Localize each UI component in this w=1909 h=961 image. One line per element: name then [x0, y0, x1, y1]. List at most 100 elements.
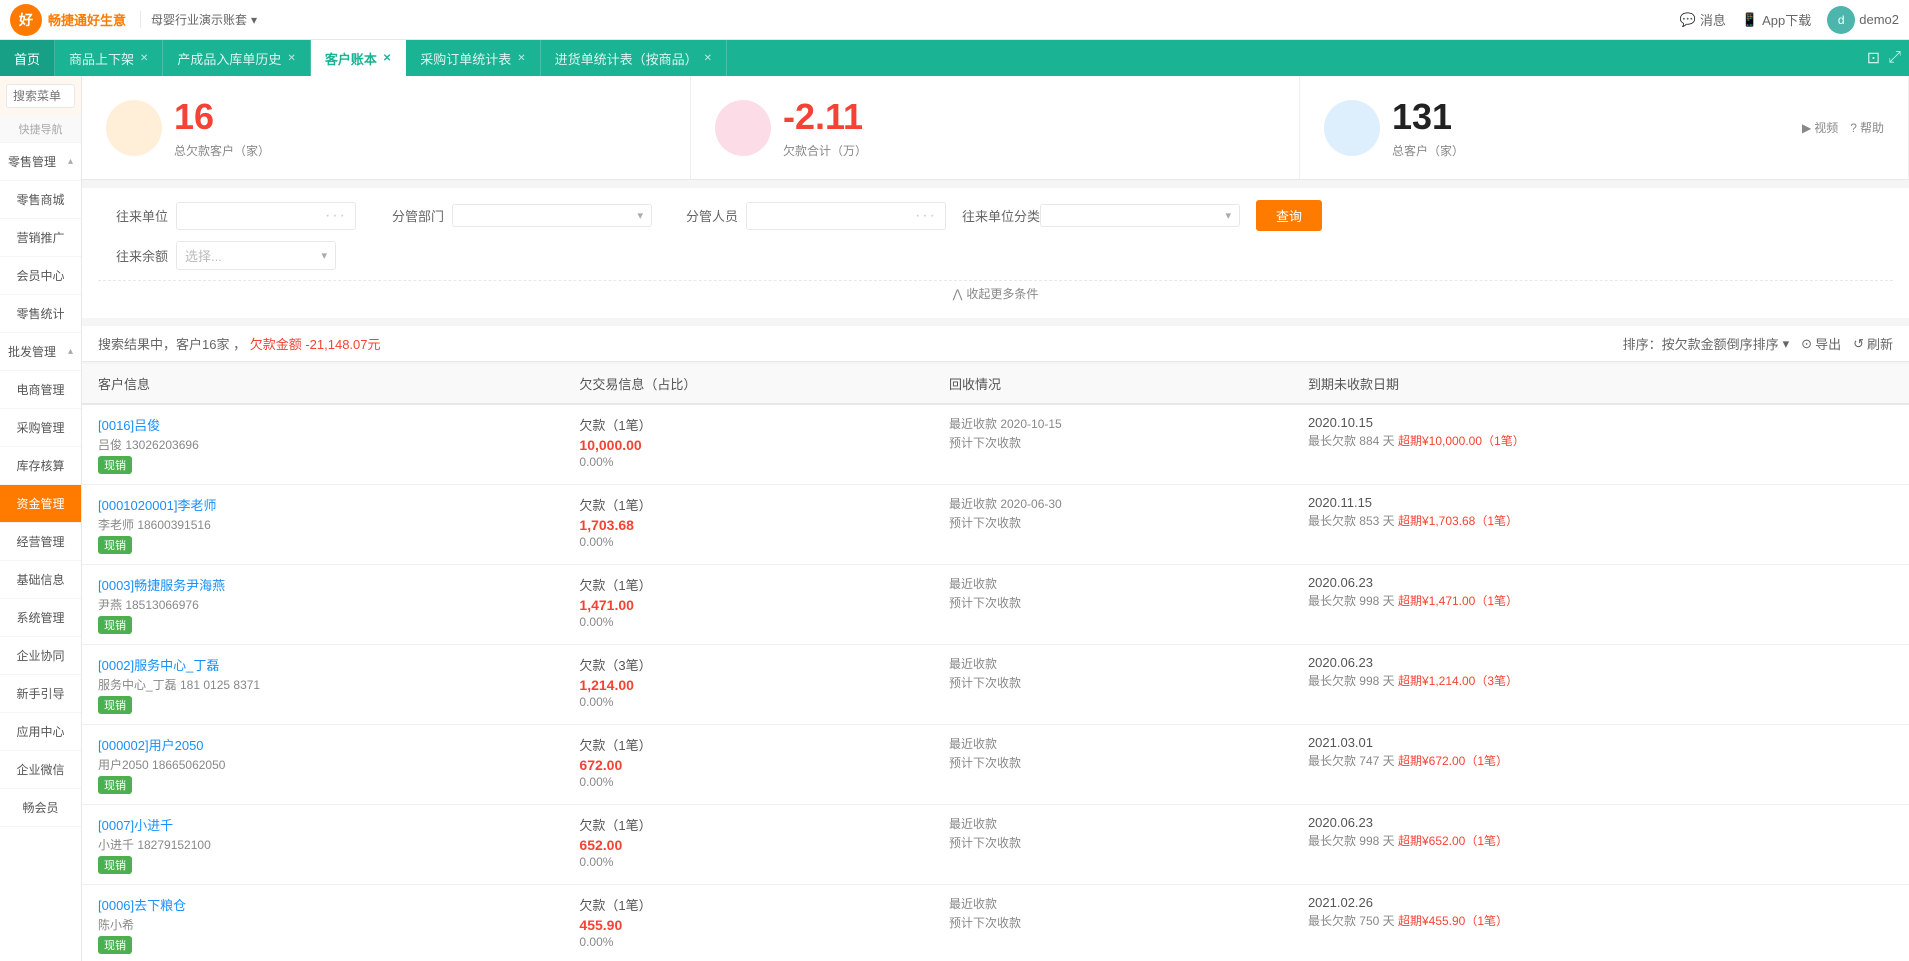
table-container: 客户信息 欠交易信息（占比） 回收情况 到期未收款日期 [0016]吕俊 吕俊 … [82, 364, 1909, 961]
message-button[interactable]: 💬 消息 [1680, 10, 1726, 29]
collapse-bar[interactable]: ⋀ 收起更多条件 [98, 280, 1893, 306]
sidebar-item-vip[interactable]: 畅会员 [0, 789, 81, 827]
customer-name-1[interactable]: [0001020001]李老师 [98, 495, 547, 514]
tab-customer-account[interactable]: 客户账本 ✕ [311, 40, 406, 76]
sidebar-item-purchase[interactable]: 采购管理 [0, 409, 81, 447]
debt-amount-1[interactable]: 1,703.68 [579, 517, 917, 533]
refresh-button[interactable]: ↺ 刷新 [1853, 334, 1893, 353]
sidebar-item-new-guide[interactable]: 新手引导 [0, 675, 81, 713]
balance-select[interactable]: 选择... ▾ [176, 241, 336, 270]
customer-name-0[interactable]: [0016]吕俊 [98, 415, 547, 434]
filter-balance: 往来余额 选择... ▾ [98, 241, 358, 270]
recovery-next-4: 预计下次收款 [949, 754, 1276, 771]
table-row: [000002]用户2050 用户2050 18665062050 现销 欠款（… [82, 725, 1909, 805]
overdue-link-4[interactable]: 超期¥672.00（1笔） [1398, 754, 1508, 768]
unit-category-select[interactable]: ▾ [1040, 204, 1240, 227]
username-label: demo2 [1859, 12, 1899, 27]
overdue-link-5[interactable]: 超期¥652.00（1笔） [1398, 834, 1508, 848]
tab-customer-account-close[interactable]: ✕ [383, 53, 391, 64]
sidebar-item-basic-info[interactable]: 基础信息 [0, 561, 81, 599]
debt-amount-6[interactable]: 455.90 [579, 917, 917, 933]
overdue-link-3[interactable]: 超期¥1,214.00（3笔） [1398, 674, 1518, 688]
message-icon: 💬 [1680, 12, 1696, 28]
sidebar-item-inventory[interactable]: 库存核算 [0, 447, 81, 485]
tab-purchase-stats-close[interactable]: ✕ [704, 53, 712, 64]
sidebar-item-quick-nav: 快捷导航 [0, 116, 81, 143]
col-customer-info: 客户信息 [82, 364, 563, 404]
sidebar-item-ecommerce[interactable]: 电商管理 [0, 371, 81, 409]
cell-customer-0: [0016]吕俊 吕俊 13026203696 现销 [82, 404, 563, 485]
overdue-link-1[interactable]: 超期¥1,703.68（1笔） [1398, 514, 1518, 528]
sidebar-item-enterprise[interactable]: 企业协同 [0, 637, 81, 675]
refresh-label: 刷新 [1867, 334, 1893, 353]
customer-name-2[interactable]: [0003]畅捷服务尹海燕 [98, 575, 547, 594]
person-dots-icon: ··· [915, 207, 937, 225]
debt-count-6: 欠款（1笔） [579, 895, 917, 914]
recovery-next-3: 预计下次收款 [949, 674, 1276, 691]
debt-amount-4[interactable]: 672.00 [579, 757, 917, 773]
debt-count-0: 欠款（1笔） [579, 415, 917, 434]
sidebar-item-retail-mgmt[interactable]: 零售管理 ▴ [0, 143, 81, 181]
tab-product-history[interactable]: 产成品入库单历史 ✕ [163, 40, 310, 76]
sort-selector[interactable]: 排序：按欠款金额倒序排序 ▾ [1623, 334, 1790, 353]
tab-home[interactable]: 首页 [0, 40, 55, 76]
overdue-link-6[interactable]: 超期¥455.90（1笔） [1398, 914, 1508, 928]
search-button[interactable]: 查询 [1256, 200, 1322, 231]
customer-name-6[interactable]: [0006]去下粮仓 [98, 895, 547, 914]
debt-amount-0[interactable]: 10,000.00 [579, 437, 917, 453]
tab-product-off-close[interactable]: ✕ [140, 53, 148, 64]
sidebar-item-system[interactable]: 系统管理 [0, 599, 81, 637]
svg-text:¥: ¥ [127, 117, 140, 139]
sidebar-item-retail-mall[interactable]: 零售商城 [0, 181, 81, 219]
debt-amount-5[interactable]: 652.00 [579, 837, 917, 853]
customer-name-5[interactable]: [0007]小进千 [98, 815, 547, 834]
tab-purchase-stats[interactable]: 进货单统计表（按商品） ✕ [541, 40, 727, 76]
sidebar-item-app-center[interactable]: 应用中心 [0, 713, 81, 751]
cell-recovery-1: 最近收款 2020-06-30 预计下次收款 [933, 485, 1292, 565]
cell-due-1: 2020.11.15 最长欠款 853 天 超期¥1,703.68（1笔） [1292, 485, 1909, 565]
video-action[interactable]: ▶ 视频 [1802, 119, 1838, 136]
user-avatar-area[interactable]: d demo2 [1827, 6, 1899, 34]
sidebar-item-marketing[interactable]: 营销推广 [0, 219, 81, 257]
col-debt-info: 欠交易信息（占比） [563, 364, 933, 404]
help-icon: ? [1850, 121, 1857, 135]
export-button[interactable]: ⊙ 导出 [1801, 334, 1841, 353]
sidebar-item-finance[interactable]: 资金管理 [0, 485, 81, 523]
cell-due-3: 2020.06.23 最长欠款 998 天 超期¥1,214.00（3笔） [1292, 645, 1909, 725]
tab-restore-icon[interactable]: ⊡ [1867, 48, 1880, 68]
customer-phone-5: 小进千 18279152100 [98, 836, 547, 853]
dept-label: 分管部门 [374, 206, 444, 225]
customer-name-3[interactable]: [0002]服务中心_丁磊 [98, 655, 547, 674]
cell-debt-1: 欠款（1笔） 1,703.68 0.00% [563, 485, 933, 565]
stat-icon-total [1324, 100, 1380, 156]
sidebar-item-batch-mgmt[interactable]: 批发管理 ▴ [0, 333, 81, 371]
sidebar-item-enterprise-wechat[interactable]: 企业微信 [0, 751, 81, 789]
cell-due-4: 2021.03.01 最长欠款 747 天 超期¥672.00（1笔） [1292, 725, 1909, 805]
person-input[interactable]: ··· [746, 202, 946, 230]
sidebar-item-retail-stats[interactable]: 零售统计 [0, 295, 81, 333]
customer-name-4[interactable]: [000002]用户2050 [98, 735, 547, 754]
tab-product-off[interactable]: 商品上下架 ✕ [55, 40, 163, 76]
balance-chevron-icon: ▾ [321, 249, 327, 262]
overdue-link-2[interactable]: 超期¥1,471.00（1笔） [1398, 594, 1518, 608]
source-unit-input[interactable]: ··· [176, 202, 356, 230]
tab-product-history-close[interactable]: ✕ [287, 53, 295, 64]
tab-expand-icon[interactable]: ⤢ [1888, 49, 1901, 67]
debt-amount-3[interactable]: 1,214.00 [579, 677, 917, 693]
sidebar-search-input[interactable] [6, 84, 75, 108]
app-download-button[interactable]: 📱 App下载 [1742, 10, 1811, 29]
cell-recovery-3: 最近收款 预计下次收款 [933, 645, 1292, 725]
sidebar-item-operations[interactable]: 经营管理 [0, 523, 81, 561]
dept-select[interactable]: ▾ [452, 204, 652, 227]
overdue-info-2: 最长欠款 998 天 超期¥1,471.00（1笔） [1308, 592, 1893, 609]
tab-purchase-order-close[interactable]: ✕ [517, 53, 525, 64]
store-selector[interactable]: 母婴行业演示账套 ▾ [140, 11, 257, 28]
tab-customer-account-label: 客户账本 [325, 49, 377, 68]
sidebar-item-member[interactable]: 会员中心 [0, 257, 81, 295]
overdue-link-0[interactable]: 超期¥10,000.00（1笔） [1398, 434, 1525, 448]
help-action[interactable]: ? 帮助 [1850, 119, 1884, 136]
tab-purchase-order[interactable]: 采购订单统计表 ✕ [406, 40, 540, 76]
debt-amount-2[interactable]: 1,471.00 [579, 597, 917, 613]
table-row: [0007]小进千 小进千 18279152100 现销 欠款（1笔） 652.… [82, 805, 1909, 885]
overdue-customers-value: 16 [174, 96, 270, 138]
